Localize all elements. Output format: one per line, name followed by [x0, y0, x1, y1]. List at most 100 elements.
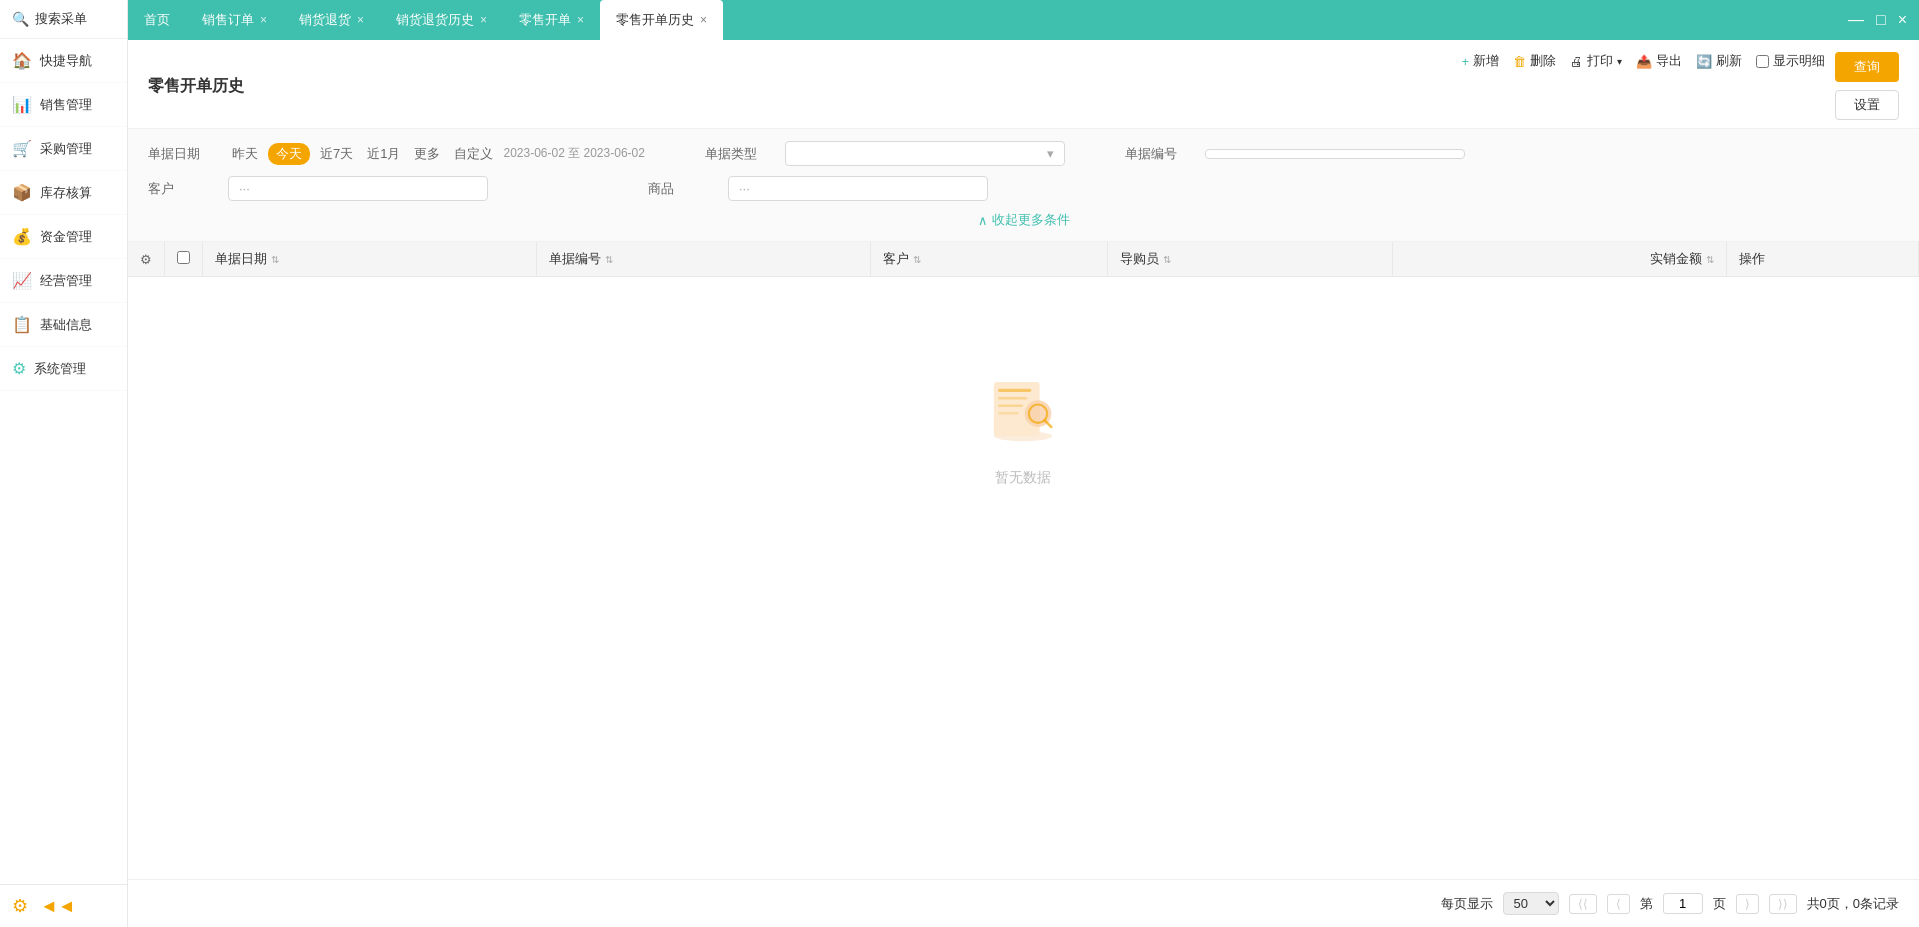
tab-bar-close[interactable]: × [1898, 11, 1907, 29]
date-col-label: 单据日期 [215, 250, 267, 268]
sidebar-item-label: 快捷导航 [40, 52, 92, 70]
type-filter-select[interactable]: ▾ [785, 141, 1065, 166]
tab-retail-open-close[interactable]: × [577, 13, 584, 27]
svg-rect-4 [998, 405, 1023, 408]
tab-sales-return[interactable]: 销货退货 × [283, 0, 380, 40]
sidebar-collapse-icon[interactable]: ◄◄ [40, 896, 76, 917]
sidebar-item-sales-mgmt[interactable]: 📊 销售管理 [0, 83, 127, 127]
print-icon: 🖨 [1570, 54, 1583, 69]
delete-button[interactable]: 🗑 删除 [1513, 52, 1556, 70]
sidebar-item-purchase-mgmt[interactable]: 🛒 采购管理 [0, 127, 127, 171]
refresh-button[interactable]: 🔄 刷新 [1696, 52, 1742, 70]
sidebar-item-label: 系统管理 [34, 360, 86, 378]
ops-mgmt-icon: 📈 [12, 271, 32, 290]
finance-icon: 💰 [12, 227, 32, 246]
pagination: 每页显示 50 20 100 ⟨⟨ ⟨ 第 页 ⟩ ⟩⟩ 共0页，0条记录 [128, 879, 1919, 927]
sales-mgmt-icon: 📊 [12, 95, 32, 114]
per-page-label: 每页显示 [1441, 895, 1493, 913]
sidebar-item-label: 采购管理 [40, 140, 92, 158]
print-dropdown-icon: ▾ [1617, 56, 1622, 67]
sidebar-item-sys-mgmt[interactable]: ⚙ 系统管理 [0, 347, 127, 391]
empty-state: 暂无数据 [128, 277, 1919, 567]
page-title: 零售开单历史 [148, 76, 244, 97]
sidebar-item-label: 基础信息 [40, 316, 92, 334]
plus-icon: + [1461, 54, 1469, 69]
delete-icon: 🗑 [1513, 54, 1526, 69]
per-page-select[interactable]: 50 20 100 [1503, 892, 1559, 915]
date-sort-icon: ⇅ [271, 254, 279, 265]
add-button[interactable]: + 新增 [1461, 52, 1499, 70]
th-date[interactable]: 单据日期 ⇅ [203, 242, 537, 277]
sidebar-item-finance[interactable]: 💰 资金管理 [0, 215, 127, 259]
inventory-icon: 📦 [12, 183, 32, 202]
tab-sales-return-close[interactable]: × [357, 13, 364, 27]
date-btn-7days[interactable]: 近7天 [316, 143, 357, 165]
number-sort-icon: ⇅ [605, 254, 613, 265]
action-col-label: 操作 [1739, 251, 1765, 266]
goods-filter-label: 商品 [648, 180, 708, 198]
main-area: 首页 销售订单 × 销货退货 × 销货退货历史 × 零售开单 × 零售开单历史 … [128, 0, 1919, 927]
date-btn-custom[interactable]: 自定义 [450, 143, 497, 165]
date-range: 2023-06-02 至 2023-06-02 [503, 145, 644, 162]
th-number[interactable]: 单据编号 ⇅ [537, 242, 871, 277]
sidebar-search-label: 搜索采单 [35, 10, 87, 28]
sidebar-search[interactable]: 🔍 搜索采单 [0, 0, 127, 39]
customer-sort-icon: ⇅ [913, 254, 921, 265]
quick-nav-icon: 🏠 [12, 51, 32, 70]
page-input[interactable] [1663, 893, 1703, 914]
next-page-btn[interactable]: ⟩ [1736, 894, 1759, 914]
tab-retail-open-history[interactable]: 零售开单历史 × [600, 0, 723, 40]
show-detail-checkbox[interactable] [1756, 55, 1769, 68]
date-btn-today[interactable]: 今天 [268, 143, 310, 165]
page-suffix: 页 [1713, 895, 1726, 913]
sidebar-item-ops-mgmt[interactable]: 📈 经营管理 [0, 259, 127, 303]
search-icon: 🔍 [12, 11, 29, 27]
tab-sales-return-history[interactable]: 销货退货历史 × [380, 0, 503, 40]
first-page-btn[interactable]: ⟨⟨ [1569, 894, 1597, 914]
th-guide[interactable]: 导购员 ⇅ [1107, 242, 1392, 277]
date-btn-more[interactable]: 更多 [410, 143, 444, 165]
table-settings-icon[interactable]: ⚙ [140, 252, 152, 267]
tab-home-label: 首页 [144, 11, 170, 29]
filter-area: 单据日期 昨天 今天 近7天 近1月 更多 自定义 2023-06-02 至 2… [128, 129, 1919, 242]
th-settings[interactable]: ⚙ [128, 242, 165, 277]
tab-retail-open[interactable]: 零售开单 × [503, 0, 600, 40]
sidebar-item-label: 资金管理 [40, 228, 92, 246]
print-button[interactable]: 🖨 打印 ▾ [1570, 52, 1622, 70]
sidebar-item-inventory[interactable]: 📦 库存核算 [0, 171, 127, 215]
tab-sales-order-close[interactable]: × [260, 13, 267, 27]
guide-sort-icon: ⇅ [1163, 254, 1171, 265]
customer-filter-label: 客户 [148, 180, 208, 198]
tab-bar-minimize[interactable]: — [1848, 11, 1864, 29]
export-button[interactable]: 📤 导出 [1636, 52, 1682, 70]
tab-bar-right: — □ × [1848, 11, 1919, 29]
last-page-btn[interactable]: ⟩⟩ [1769, 894, 1797, 914]
svg-rect-5 [998, 412, 1019, 415]
date-btn-1month[interactable]: 近1月 [363, 143, 404, 165]
setting-button[interactable]: 设置 [1835, 90, 1899, 120]
query-button[interactable]: 查询 [1835, 52, 1899, 82]
settings-gear-icon[interactable]: ⚙ [12, 895, 28, 917]
sidebar-item-quick-nav[interactable]: 🏠 快捷导航 [0, 39, 127, 83]
date-btn-yesterday[interactable]: 昨天 [228, 143, 262, 165]
th-amount[interactable]: 实销金额 ⇅ [1393, 242, 1727, 277]
show-detail-label: 显示明细 [1773, 52, 1825, 70]
tab-home[interactable]: 首页 [128, 0, 186, 40]
select-all-checkbox[interactable] [177, 251, 190, 264]
tab-sales-return-history-close[interactable]: × [480, 13, 487, 27]
table-header-row: ⚙ 单据日期 ⇅ 单据编号 [128, 242, 1919, 277]
table-body: 暂无数据 [128, 277, 1919, 568]
th-customer[interactable]: 客户 ⇅ [871, 242, 1108, 277]
prev-page-btn[interactable]: ⟨ [1607, 894, 1630, 914]
show-detail-button[interactable]: 显示明细 [1756, 52, 1825, 70]
tab-retail-open-history-close[interactable]: × [700, 13, 707, 27]
filter-collapse-btn[interactable]: ∧ 收起更多条件 [148, 211, 1899, 229]
purchase-mgmt-icon: 🛒 [12, 139, 32, 158]
query-setting-group: 查询 设置 [1835, 52, 1899, 120]
goods-filter-input[interactable]: ··· [728, 176, 988, 201]
tab-bar-maximize[interactable]: □ [1876, 11, 1886, 29]
customer-filter-input[interactable]: ··· [228, 176, 488, 201]
sidebar-item-basic-info[interactable]: 📋 基础信息 [0, 303, 127, 347]
tab-sales-order[interactable]: 销售订单 × [186, 0, 283, 40]
number-filter-input[interactable] [1205, 149, 1465, 159]
